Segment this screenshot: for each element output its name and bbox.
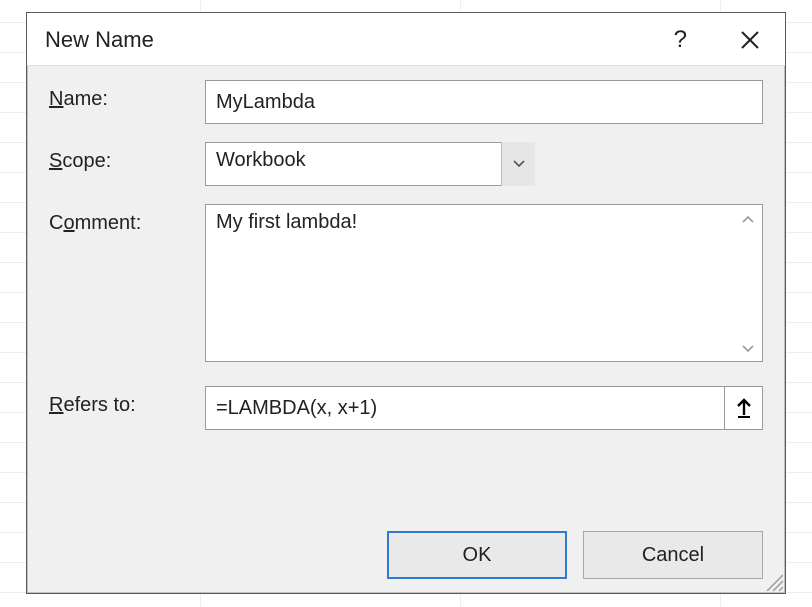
name-label: Name: bbox=[49, 80, 197, 124]
name-input[interactable] bbox=[205, 80, 763, 124]
scope-select[interactable]: Workbook bbox=[205, 142, 535, 186]
scope-select-value: Workbook bbox=[205, 142, 535, 186]
close-icon bbox=[739, 29, 761, 51]
dialog-footer: OK Cancel bbox=[27, 519, 785, 593]
collapse-dialog-button[interactable] bbox=[725, 386, 763, 430]
refers-to-input[interactable] bbox=[205, 386, 725, 430]
close-button[interactable] bbox=[733, 25, 767, 55]
titlebar-actions: ? bbox=[668, 25, 767, 55]
dialog-title: New Name bbox=[45, 27, 668, 53]
scope-cell: Workbook bbox=[205, 142, 763, 186]
refers-to-label: Refers to: bbox=[49, 386, 197, 430]
scope-caret bbox=[501, 142, 535, 186]
cancel-button[interactable]: Cancel bbox=[583, 531, 763, 579]
new-name-dialog: New Name ? Name: Scope: Workbook Comment… bbox=[26, 12, 786, 594]
comment-label: Comment: bbox=[49, 204, 197, 368]
collapse-arrow-icon bbox=[735, 397, 753, 419]
scope-label: Scope: bbox=[49, 142, 197, 186]
dialog-body: Name: Scope: Workbook Comment: Refers to… bbox=[27, 66, 785, 519]
help-button[interactable]: ? bbox=[668, 26, 693, 54]
comment-input[interactable] bbox=[205, 204, 763, 362]
ok-button[interactable]: OK bbox=[387, 531, 567, 579]
comment-wrap bbox=[205, 204, 763, 368]
resize-grip-icon[interactable] bbox=[763, 571, 783, 591]
titlebar: New Name ? bbox=[27, 13, 785, 66]
refers-to-wrap bbox=[205, 386, 763, 430]
chevron-down-icon bbox=[513, 160, 525, 168]
